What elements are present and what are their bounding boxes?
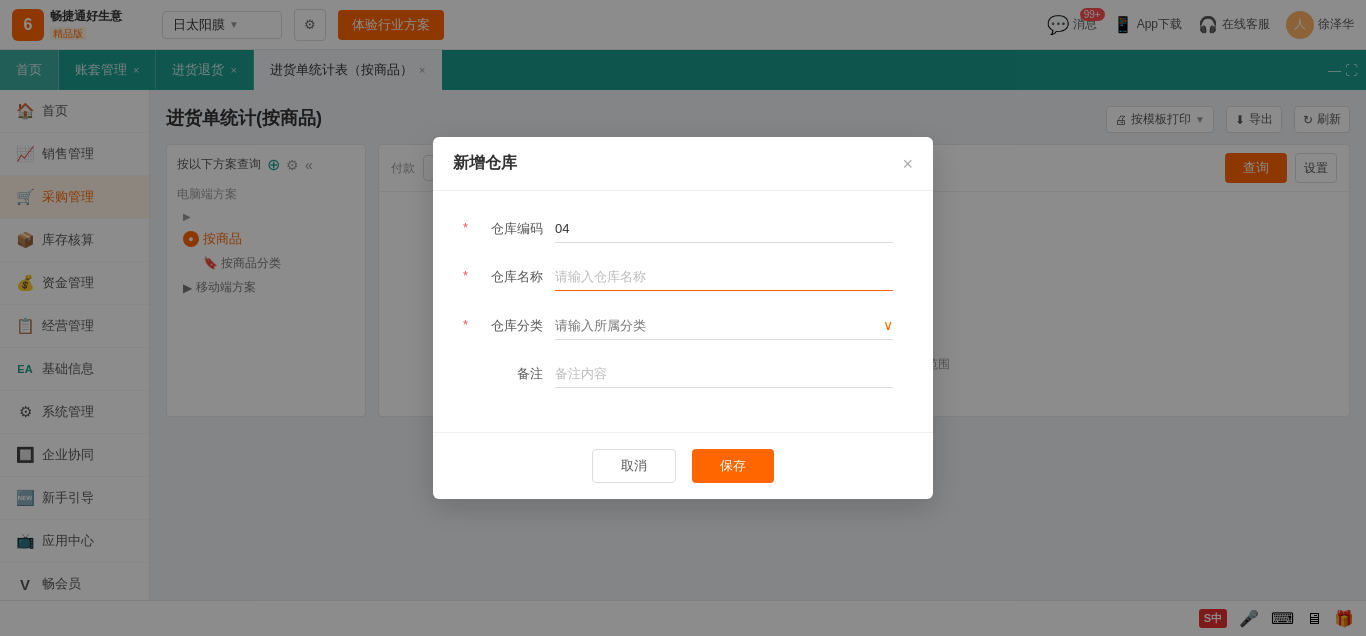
field-note-label: 备注: [473, 365, 543, 383]
cancel-button[interactable]: 取消: [592, 449, 676, 483]
form-row-name: 仓库名称: [473, 263, 893, 291]
warehouse-name-input[interactable]: [555, 263, 893, 291]
category-dropdown-icon: ∨: [883, 317, 893, 333]
warehouse-code-input[interactable]: [555, 215, 893, 243]
save-button[interactable]: 保存: [692, 449, 774, 483]
field-code-label: 仓库编码: [473, 220, 543, 238]
modal-title: 新增仓库: [453, 153, 517, 174]
field-category-label: 仓库分类: [473, 317, 543, 335]
add-warehouse-modal: 新增仓库 × 仓库编码 仓库名称 仓库分类 ∨: [433, 137, 933, 499]
modal-footer: 取消 保存: [433, 432, 933, 499]
form-row-category: 仓库分类 ∨: [473, 311, 893, 340]
field-name-label: 仓库名称: [473, 268, 543, 286]
modal-close-icon[interactable]: ×: [902, 155, 913, 173]
modal-overlay: 新增仓库 × 仓库编码 仓库名称 仓库分类 ∨: [0, 0, 1366, 636]
modal-body: 仓库编码 仓库名称 仓库分类 ∨ 备注: [433, 191, 933, 432]
modal-header: 新增仓库 ×: [433, 137, 933, 191]
note-input[interactable]: [555, 360, 893, 388]
form-row-code: 仓库编码: [473, 215, 893, 243]
category-input[interactable]: [555, 318, 883, 333]
warehouse-category-select[interactable]: ∨: [555, 311, 893, 340]
form-row-note: 备注: [473, 360, 893, 388]
